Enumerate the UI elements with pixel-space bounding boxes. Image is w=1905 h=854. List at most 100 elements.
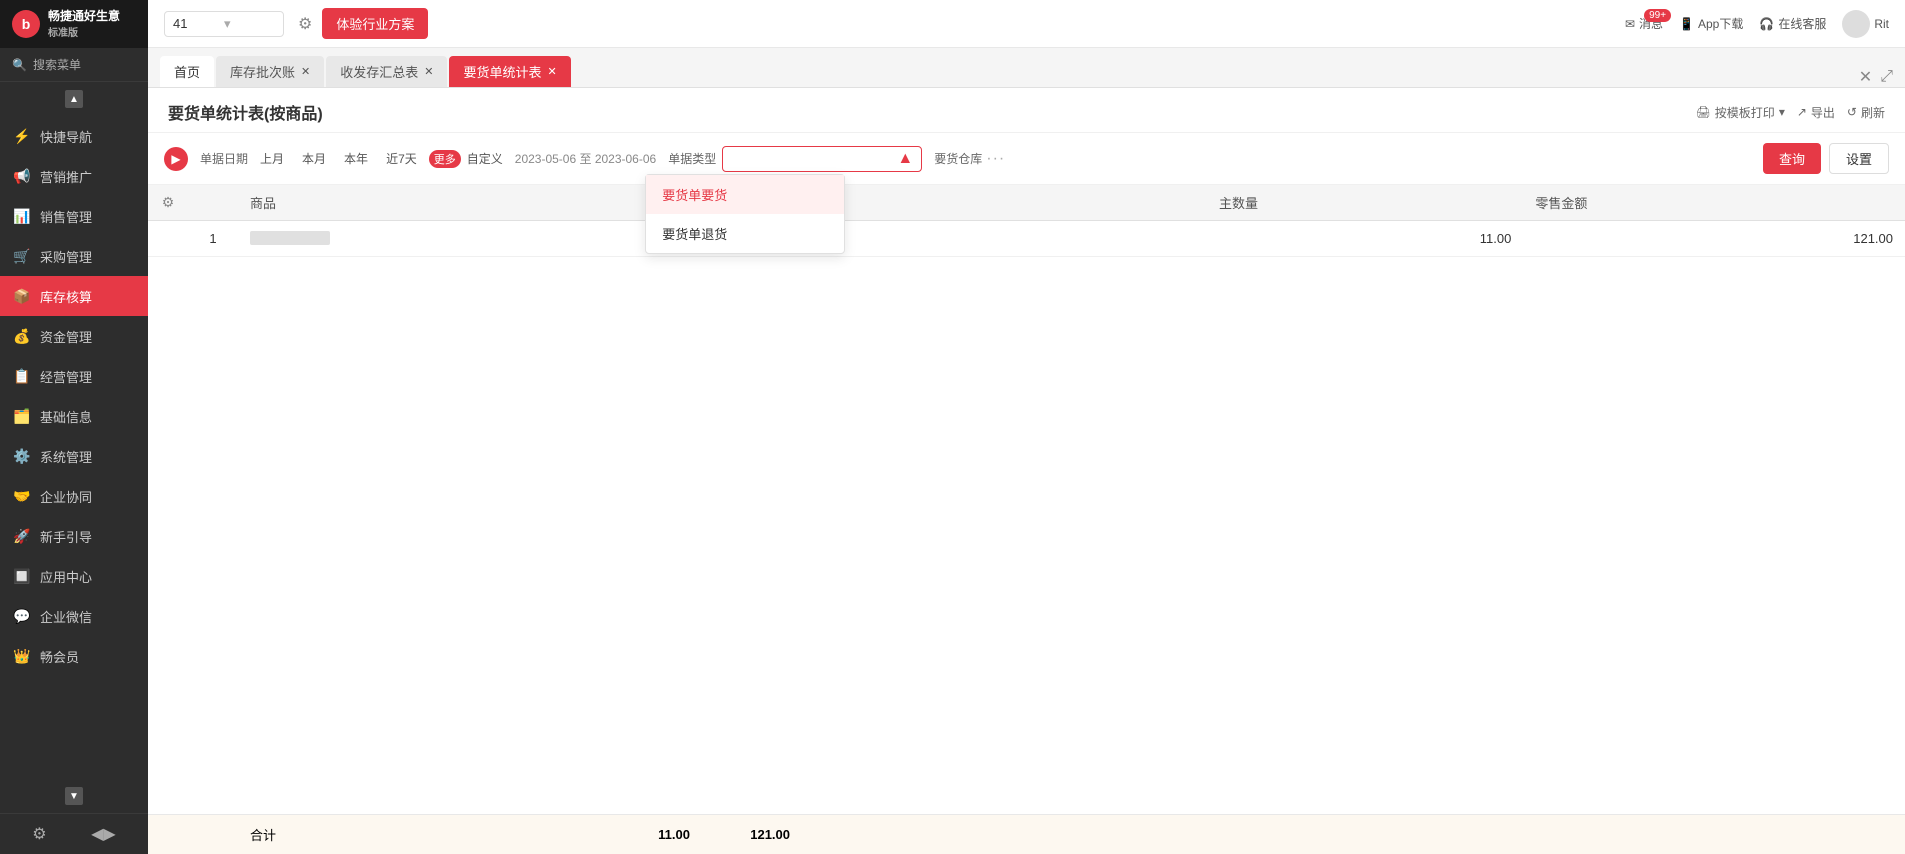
avatar-name: Rit bbox=[1874, 17, 1889, 31]
td-quantity: 11.00 bbox=[1207, 221, 1523, 257]
page-header: 要货单统计表(按商品) 🖨 按模板打印 ▾ ↗ 导出 ↺ 刷新 bbox=[148, 88, 1905, 133]
sidebar-item-label: 经营管理 bbox=[40, 367, 92, 386]
sidebar-item-finance[interactable]: 💰 资金管理 bbox=[0, 316, 148, 356]
filter-date-last-month[interactable]: 上月 bbox=[254, 148, 290, 169]
filter-date-this-month[interactable]: 本月 bbox=[296, 148, 332, 169]
wechat-icon: 💬 bbox=[12, 606, 32, 626]
data-table: ⚙ 商品 主计量单位 主数量 零售金额 1 bbox=[148, 185, 1905, 257]
export-icon: ↗ bbox=[1797, 105, 1807, 119]
user-avatar[interactable]: Rit bbox=[1842, 10, 1889, 38]
sidebar-item-label: 销售管理 bbox=[40, 207, 92, 226]
sidebar: b 畅捷通好生意 标准版 🔍 搜索菜单 ▲ ⚡ 快捷导航 📢 营销推广 📊 销售… bbox=[0, 0, 148, 854]
sidebar-item-inventory[interactable]: 📦 库存核算 bbox=[0, 276, 148, 316]
sidebar-search-label: 搜索菜单 bbox=[33, 56, 81, 73]
filter-type-input[interactable] bbox=[731, 152, 897, 166]
filter-date-range: 2023-05-06 至 2023-06-06 bbox=[515, 150, 656, 167]
logo-icon: b bbox=[12, 10, 40, 38]
filter-date-this-year[interactable]: 本年 bbox=[338, 148, 374, 169]
tab-close-all-btn[interactable]: ✕ bbox=[1859, 67, 1872, 87]
export-btn[interactable]: ↗ 导出 bbox=[1797, 104, 1835, 121]
th-settings: ⚙ bbox=[148, 185, 188, 221]
sidebar-item-label: 企业协同 bbox=[40, 487, 92, 506]
tab-recv-summary-close[interactable]: ✕ bbox=[424, 65, 433, 78]
page-actions: 🖨 按模板打印 ▾ ↗ 导出 ↺ 刷新 bbox=[1696, 104, 1885, 121]
refresh-btn[interactable]: ↺ 刷新 bbox=[1847, 104, 1885, 121]
company-selector[interactable]: 41 ▾ bbox=[164, 11, 284, 37]
sidebar-item-wechat[interactable]: 💬 企业微信 bbox=[0, 596, 148, 636]
filter-type-clear-icon[interactable]: ▲ bbox=[897, 150, 913, 168]
td-settings bbox=[148, 221, 188, 257]
message-icon: ✉ bbox=[1625, 17, 1635, 31]
sidebar-item-guide[interactable]: 🚀 新手引导 bbox=[0, 516, 148, 556]
company-selector-value: 41 bbox=[173, 16, 224, 31]
sidebar-item-purchase[interactable]: 🛒 采购管理 bbox=[0, 236, 148, 276]
export-label: 导出 bbox=[1811, 104, 1835, 121]
tab-expand-btn[interactable]: ⤢ bbox=[1880, 68, 1893, 86]
sidebar-item-label: 系统管理 bbox=[40, 447, 92, 466]
system-icon: ⚙️ bbox=[12, 446, 32, 466]
filter-type-group: 单据类型 ▲ 要货单要货 要货单退货 bbox=[668, 146, 922, 172]
tab-order-summary-close[interactable]: ✕ bbox=[548, 65, 557, 78]
dropdown-item-label: 要货单退货 bbox=[662, 227, 727, 242]
sidebar-item-sales[interactable]: 📊 销售管理 bbox=[0, 196, 148, 236]
industry-btn[interactable]: 体验行业方案 bbox=[322, 8, 428, 39]
th-amount: 零售金额 bbox=[1523, 185, 1905, 221]
sidebar-item-enterprise[interactable]: 🤝 企业协同 bbox=[0, 476, 148, 516]
topbar-right: ✉ 消息 99+ 📱 App下载 🎧 在线客服 Rit bbox=[1625, 10, 1889, 38]
sidebar-item-operation[interactable]: 📋 经营管理 bbox=[0, 356, 148, 396]
messages-badge: 99+ bbox=[1644, 9, 1671, 22]
sidebar-item-label: 资金管理 bbox=[40, 327, 92, 346]
app-logo: b 畅捷通好生意 标准版 bbox=[0, 0, 148, 48]
main-area: 41 ▾ ⚙ 体验行业方案 ✉ 消息 99+ 📱 App下载 🎧 在线客服 R bbox=[148, 0, 1905, 854]
sidebar-item-system[interactable]: ⚙️ 系统管理 bbox=[0, 436, 148, 476]
filter-warehouse-group: 要货仓库 ··· bbox=[934, 150, 1054, 168]
online-service-btn[interactable]: 🎧 在线客服 bbox=[1759, 15, 1826, 32]
setting-btn[interactable]: 设置 bbox=[1829, 143, 1889, 174]
td-amount: 121.00 bbox=[1523, 221, 1905, 257]
content-area: 要货单统计表(按商品) 🖨 按模板打印 ▾ ↗ 导出 ↺ 刷新 ▶ bbox=[148, 88, 1905, 854]
sidebar-search[interactable]: 🔍 搜索菜单 bbox=[0, 48, 148, 82]
sidebar-item-appstore[interactable]: 🔲 应用中心 bbox=[0, 556, 148, 596]
sales-icon: 📊 bbox=[12, 206, 32, 226]
print-icon: 🖨 bbox=[1696, 105, 1711, 119]
filter-date-more[interactable]: 更多 bbox=[429, 150, 461, 168]
app-download-btn[interactable]: 📱 App下载 bbox=[1679, 15, 1743, 32]
inventory-icon: 📦 bbox=[12, 286, 32, 306]
filter-date-7days[interactable]: 近7天 bbox=[380, 148, 423, 169]
sidebar-item-marketing[interactable]: 📢 营销推广 bbox=[0, 156, 148, 196]
dropdown-item-label: 要货单要货 bbox=[662, 188, 727, 203]
sidebar-bottom: ⚙ ◀▶ bbox=[0, 813, 148, 854]
settings-bottom-btn[interactable]: ⚙ bbox=[32, 824, 46, 844]
filter-date-custom[interactable]: 自定义 bbox=[467, 150, 503, 167]
query-btn[interactable]: 查询 bbox=[1763, 143, 1821, 174]
topbar-gear-icon[interactable]: ⚙ bbox=[298, 14, 312, 34]
print-btn[interactable]: 🖨 按模板打印 ▾ bbox=[1696, 104, 1785, 121]
quick-nav-icon: ⚡ bbox=[12, 126, 32, 146]
collapse-btn[interactable]: ◀▶ bbox=[91, 824, 116, 844]
sidebar-item-basic[interactable]: 🗂️ 基础信息 bbox=[0, 396, 148, 436]
tab-recv-summary[interactable]: 收发存汇总表 ✕ bbox=[326, 56, 447, 87]
table-settings-icon[interactable]: ⚙ bbox=[162, 194, 175, 210]
dropdown-item-order-return[interactable]: 要货单退货 bbox=[646, 214, 844, 253]
filter-warehouse-more[interactable]: ··· bbox=[986, 150, 1005, 168]
topbar-left: 41 ▾ ⚙ 体验行业方案 bbox=[164, 8, 428, 39]
type-dropdown: 要货单要货 要货单退货 bbox=[645, 174, 845, 254]
tab-inventory-batch-close[interactable]: ✕ bbox=[301, 65, 310, 78]
tab-inventory-batch[interactable]: 库存批次账 ✕ bbox=[216, 56, 324, 87]
tab-home[interactable]: 首页 bbox=[160, 56, 214, 87]
tab-order-summary[interactable]: 要货单统计表 ✕ bbox=[449, 56, 570, 87]
table-row: 1 块 11.00 121.00 bbox=[148, 221, 1905, 257]
sidebar-scroll-up[interactable]: ▲ bbox=[65, 90, 83, 108]
goods-name-blurred bbox=[250, 231, 330, 245]
sidebar-item-quick-nav[interactable]: ⚡ 快捷导航 bbox=[0, 116, 148, 156]
print-chevron: ▾ bbox=[1779, 105, 1785, 119]
dropdown-item-order-request[interactable]: 要货单要货 bbox=[646, 175, 844, 214]
sidebar-item-label: 库存核算 bbox=[40, 287, 92, 306]
messages-btn[interactable]: ✉ 消息 99+ bbox=[1625, 15, 1663, 32]
filter-expand-btn[interactable]: ▶ bbox=[164, 147, 188, 171]
table-header-row: ⚙ 商品 主计量单位 主数量 零售金额 bbox=[148, 185, 1905, 221]
sidebar-scroll-down[interactable]: ▼ bbox=[65, 787, 83, 805]
sidebar-item-label: 应用中心 bbox=[40, 567, 92, 586]
sidebar-item-label: 营销推广 bbox=[40, 167, 92, 186]
sidebar-item-member[interactable]: 👑 畅会员 bbox=[0, 636, 148, 676]
